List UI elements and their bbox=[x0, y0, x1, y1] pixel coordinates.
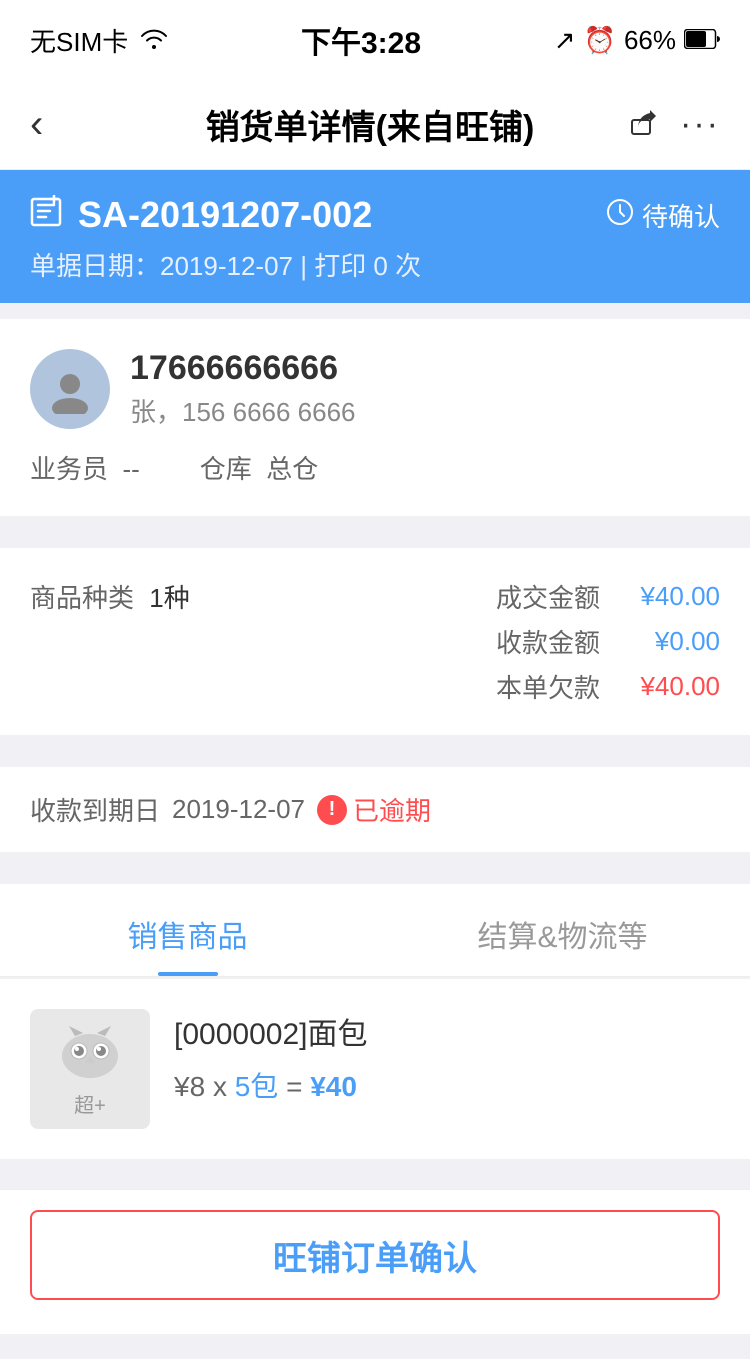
order-header: SA-20191207-002 待确认 单据日期：2019-12-07 | 打印… bbox=[0, 170, 750, 303]
share-button[interactable] bbox=[630, 106, 660, 144]
category-label: 商品种类 bbox=[30, 583, 134, 613]
order-icon bbox=[30, 194, 66, 236]
salesperson-label: 业务员 -- bbox=[30, 449, 140, 486]
tab-sales-products[interactable]: 销售商品 bbox=[0, 884, 375, 976]
product-price: ¥8 x 5包 = ¥40 bbox=[174, 1065, 720, 1105]
status-right: ↗ ⏰ 66% bbox=[554, 25, 720, 56]
order-status: 待确认 bbox=[606, 197, 720, 234]
battery-icon bbox=[684, 25, 720, 56]
product-section: 超+ [0000002]面包 ¥8 x 5包 = ¥40 bbox=[0, 979, 750, 1159]
overdue-icon: ! bbox=[317, 795, 347, 825]
separator2 bbox=[0, 735, 750, 751]
carrier-text: 无SIM卡 bbox=[30, 22, 128, 59]
nav-right: ··· bbox=[630, 105, 720, 144]
customer-section: 17666666666 张，156 6666 6666 业务员 -- 仓库 总仓 bbox=[0, 319, 750, 516]
table-row: 超+ [0000002]面包 ¥8 x 5包 = ¥40 bbox=[0, 979, 750, 1159]
received-row: 收款金额 ¥0.00 bbox=[496, 623, 720, 660]
transaction-row: 成交金额 ¥40.00 bbox=[496, 578, 720, 615]
page-title: 销货单详情(来自旺铺) bbox=[110, 100, 630, 149]
customer-phone: 17666666666 bbox=[130, 349, 356, 388]
back-button[interactable]: ‹ bbox=[30, 102, 43, 147]
status-left: 无SIM卡 bbox=[30, 22, 168, 59]
due-date: 2019-12-07 bbox=[172, 794, 305, 825]
customer-meta: 业务员 -- 仓库 总仓 bbox=[30, 449, 720, 486]
customer-name: 张，156 6666 6666 bbox=[130, 392, 356, 429]
battery-text: 66% bbox=[624, 25, 676, 56]
nav-left: ‹ bbox=[30, 102, 110, 147]
bottom-bar: 旺铺订单确认 bbox=[0, 1189, 750, 1334]
amounts-left: 商品种类 1种 bbox=[30, 578, 190, 615]
product-name: [0000002]面包 bbox=[174, 1009, 720, 1053]
more-button[interactable]: ··· bbox=[680, 105, 720, 144]
tab-settlement-logistics[interactable]: 结算&物流等 bbox=[375, 884, 750, 976]
wifi-icon bbox=[140, 25, 168, 56]
overdue-text: 已逾期 bbox=[353, 791, 431, 828]
overdue-badge: ! 已逾期 bbox=[317, 791, 431, 828]
alarm-icon: ⏰ bbox=[584, 25, 616, 56]
separator3 bbox=[0, 852, 750, 868]
category-count: 1种 bbox=[149, 583, 189, 613]
product-details: [0000002]面包 ¥8 x 5包 = ¥40 bbox=[174, 1009, 720, 1105]
order-id: SA-20191207-002 bbox=[30, 194, 372, 236]
nav-bar: ‹ 销货单详情(来自旺铺) ··· bbox=[0, 80, 750, 170]
order-date: 单据日期：2019-12-07 | 打印 0 次 bbox=[30, 246, 720, 283]
category-row: 商品种类 1种 bbox=[30, 578, 190, 615]
separator1 bbox=[0, 516, 750, 532]
debt-row: 本单欠款 ¥40.00 bbox=[496, 668, 720, 705]
due-label: 收款到期日 bbox=[30, 791, 160, 828]
clock-icon bbox=[606, 198, 634, 233]
due-section: 收款到期日 2019-12-07 ! 已逾期 bbox=[0, 767, 750, 852]
product-thumbnail: 超+ bbox=[30, 1009, 150, 1129]
location-icon: ↗ bbox=[554, 25, 576, 56]
amounts-section: 商品种类 1种 成交金额 ¥40.00 收款金额 ¥0.00 本单欠款 ¥40.… bbox=[0, 548, 750, 735]
amounts-right: 成交金额 ¥40.00 收款金额 ¥0.00 本单欠款 ¥40.00 bbox=[496, 578, 720, 705]
status-time: 下午3:28 bbox=[301, 18, 421, 62]
tabs: 销售商品 结算&物流等 bbox=[0, 884, 750, 977]
avatar bbox=[30, 349, 110, 429]
confirm-order-button[interactable]: 旺铺订单确认 bbox=[30, 1210, 720, 1300]
warehouse-label: 仓库 总仓 bbox=[200, 449, 318, 486]
status-bar: 无SIM卡 下午3:28 ↗ ⏰ 66% bbox=[0, 0, 750, 80]
